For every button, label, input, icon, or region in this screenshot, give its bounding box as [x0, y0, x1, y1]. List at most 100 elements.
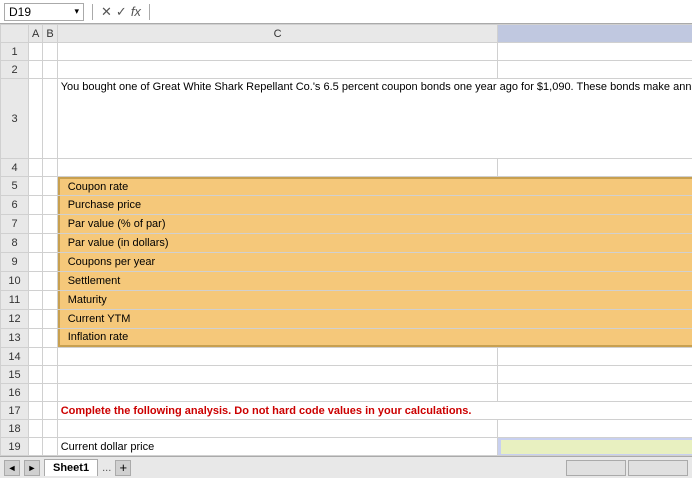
name-box[interactable]: D19 ▾ [4, 3, 84, 21]
scroll-left-btn[interactable] [566, 460, 626, 476]
row-header-16[interactable]: 16 [1, 384, 29, 402]
cell-c19[interactable]: Current dollar price [57, 438, 498, 456]
cell-c15[interactable] [57, 366, 498, 384]
row-header-10[interactable]: 10 [1, 272, 29, 291]
cell-a3[interactable] [29, 79, 43, 159]
cell-c2[interactable] [57, 61, 498, 79]
row-header-12[interactable]: 12 [1, 310, 29, 329]
cell-c4[interactable] [57, 159, 498, 177]
row-header-11[interactable]: 11 [1, 291, 29, 310]
tab-next-btn[interactable]: ► [24, 460, 40, 476]
cell-b4[interactable] [43, 159, 57, 177]
row-header-5[interactable]: 5 [1, 177, 29, 196]
info-box-row-8[interactable]: Par value (in dollars) $ 1,000 [57, 234, 692, 253]
info-box-row-12[interactable]: Current YTM 5.20% [57, 310, 692, 329]
sheet-tab-sheet1[interactable]: Sheet1 [44, 459, 98, 476]
cell-d4[interactable] [498, 159, 692, 177]
cell-d19[interactable] [498, 438, 692, 456]
cell-b9[interactable] [43, 253, 57, 272]
row-header-18[interactable]: 18 [1, 420, 29, 438]
row-header-4[interactable]: 4 [1, 159, 29, 177]
cell-a12[interactable] [29, 310, 43, 329]
cell-b8[interactable] [43, 234, 57, 253]
info-box-row-11[interactable]: Maturity 01/01/14 [57, 291, 692, 310]
cell-b19[interactable] [43, 438, 57, 456]
cell-a15[interactable] [29, 366, 43, 384]
cell-d16[interactable] [498, 384, 692, 402]
cell-b18[interactable] [43, 420, 57, 438]
cell-a8[interactable] [29, 234, 43, 253]
horizontal-scrollbar[interactable] [566, 460, 688, 476]
cell-d15[interactable] [498, 366, 692, 384]
cell-d14[interactable] [498, 348, 692, 366]
col-header-b[interactable]: B [43, 25, 57, 43]
cancel-icon[interactable]: ✕ [101, 4, 112, 20]
cell-b17[interactable] [43, 402, 57, 420]
name-box-chevron[interactable]: ▾ [74, 6, 79, 17]
row-header-2[interactable]: 2 [1, 61, 29, 79]
info-box-row-5[interactable]: Coupon rate 6.50% [57, 177, 692, 196]
cell-d18[interactable] [498, 420, 692, 438]
cell-a16[interactable] [29, 384, 43, 402]
description-cell[interactable]: You bought one of Great White Shark Repe… [57, 79, 692, 159]
cell-b5[interactable] [43, 177, 57, 196]
cell-a11[interactable] [29, 291, 43, 310]
cell-a5[interactable] [29, 177, 43, 196]
formula-input[interactable] [154, 5, 692, 19]
cell-a18[interactable] [29, 420, 43, 438]
cell-b1[interactable] [43, 43, 57, 61]
row-header-13[interactable]: 13 [1, 329, 29, 348]
info-box-row-6[interactable]: Purchase price $ 1,090.00 [57, 196, 692, 215]
cell-a2[interactable] [29, 61, 43, 79]
current-dollar-price-input[interactable] [501, 440, 692, 454]
col-header-a[interactable]: A [29, 25, 43, 43]
cell-b2[interactable] [43, 61, 57, 79]
row-header-1[interactable]: 1 [1, 43, 29, 61]
cell-b10[interactable] [43, 272, 57, 291]
check-icon[interactable]: ✓ [116, 4, 127, 20]
row-header-19[interactable]: 19 [1, 438, 29, 456]
cell-b12[interactable] [43, 310, 57, 329]
cell-b11[interactable] [43, 291, 57, 310]
row-header-15[interactable]: 15 [1, 366, 29, 384]
cell-b14[interactable] [43, 348, 57, 366]
cell-b3[interactable] [43, 79, 57, 159]
cell-a14[interactable] [29, 348, 43, 366]
tab-prev-btn[interactable]: ◄ [4, 460, 20, 476]
info-box-row-7[interactable]: Par value (% of par) 100 [57, 215, 692, 234]
row-header-6[interactable]: 6 [1, 196, 29, 215]
fx-icon[interactable]: fx [131, 4, 141, 19]
col-header-d[interactable]: D [498, 25, 692, 43]
add-sheet-btn[interactable]: + [115, 460, 131, 476]
cell-c18[interactable] [57, 420, 498, 438]
cell-b13[interactable] [43, 329, 57, 348]
cell-a19[interactable] [29, 438, 43, 456]
row-header-3[interactable]: 3 [1, 79, 29, 159]
row-header-9[interactable]: 9 [1, 253, 29, 272]
info-box-row-9[interactable]: Coupons per year 1 [57, 253, 692, 272]
info-box-row-13[interactable]: Inflation rate 3.90% [57, 329, 692, 348]
scroll-right-btn[interactable] [628, 460, 688, 476]
cell-c14[interactable] [57, 348, 498, 366]
cell-a1[interactable] [29, 43, 43, 61]
info-box-row-10[interactable]: Settlement 01/01/00 [57, 272, 692, 291]
row-header-8[interactable]: 8 [1, 234, 29, 253]
cell-a6[interactable] [29, 196, 43, 215]
cell-b6[interactable] [43, 196, 57, 215]
cell-a17[interactable] [29, 402, 43, 420]
row-header-7[interactable]: 7 [1, 215, 29, 234]
col-header-c[interactable]: C [57, 25, 498, 43]
cell-a4[interactable] [29, 159, 43, 177]
cell-a10[interactable] [29, 272, 43, 291]
row-header-14[interactable]: 14 [1, 348, 29, 366]
cell-a7[interactable] [29, 215, 43, 234]
cell-b16[interactable] [43, 384, 57, 402]
warning-cell[interactable]: Complete the following analysis. Do not … [57, 402, 692, 420]
cell-a13[interactable] [29, 329, 43, 348]
cell-b15[interactable] [43, 366, 57, 384]
cell-d2[interactable] [498, 61, 692, 79]
cell-b7[interactable] [43, 215, 57, 234]
cell-c16[interactable] [57, 384, 498, 402]
row-header-17[interactable]: 17 [1, 402, 29, 420]
cell-d1[interactable] [498, 43, 692, 61]
